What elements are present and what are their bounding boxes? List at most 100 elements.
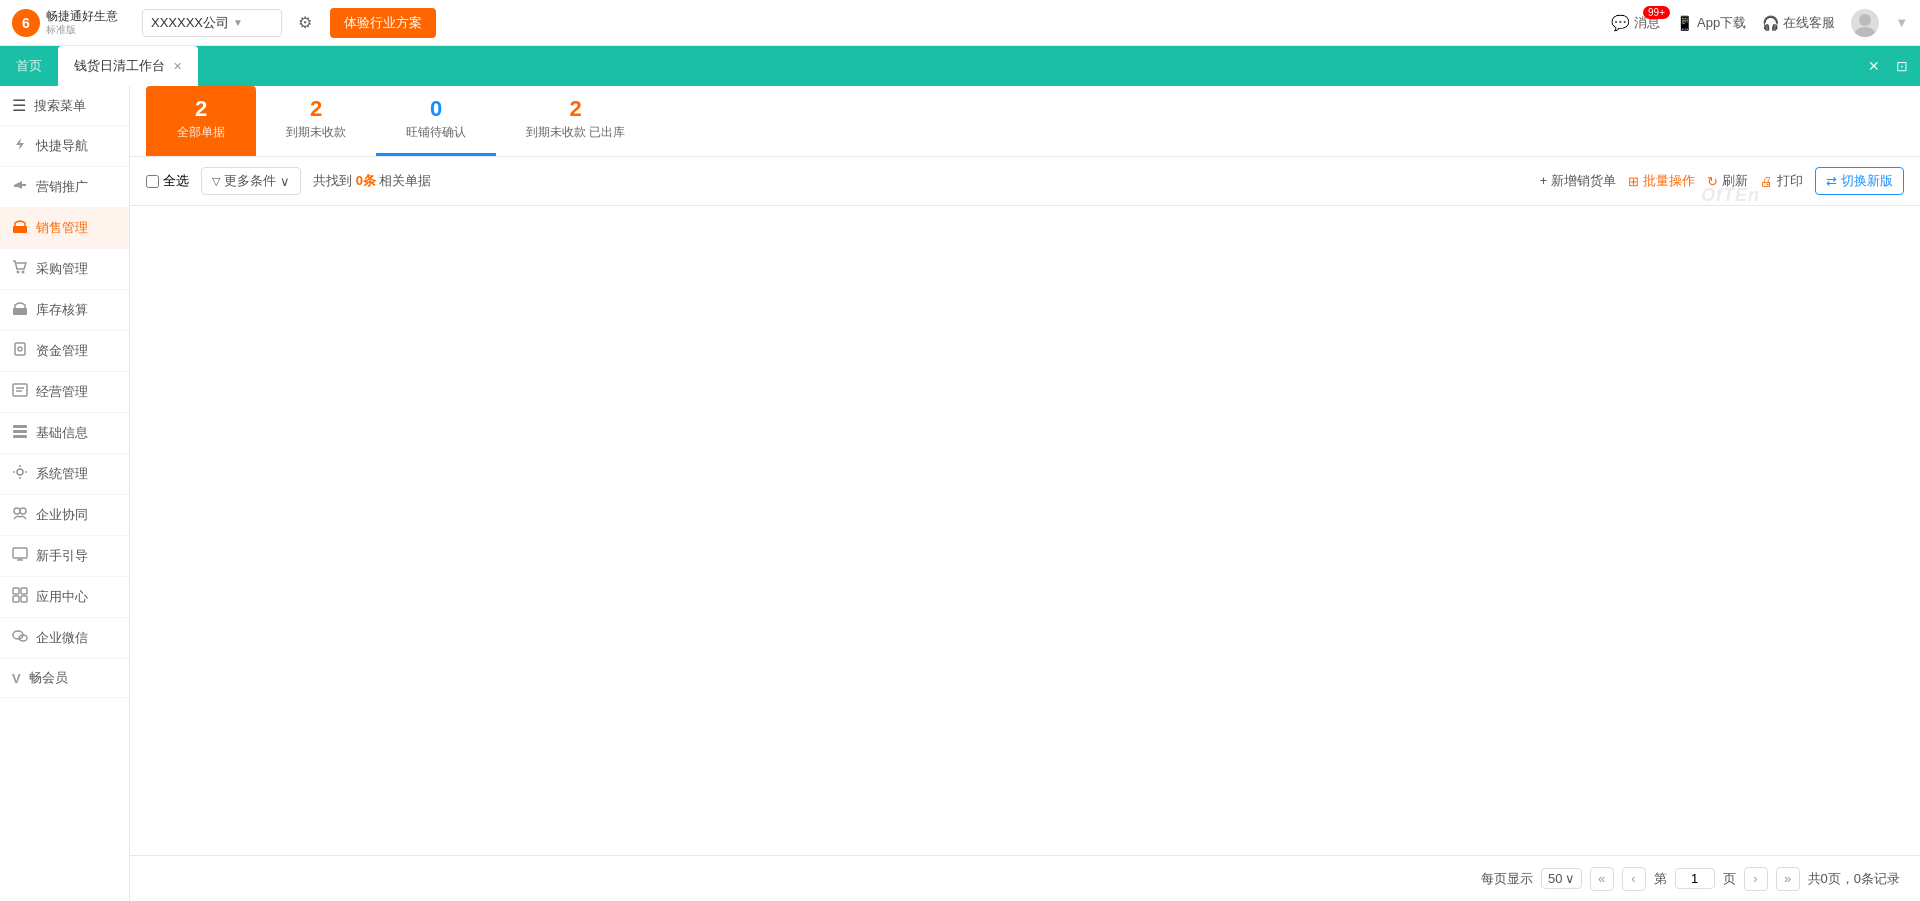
member-icon: V [12, 671, 21, 686]
message-badge: 99+ [1643, 6, 1670, 19]
sidebar-item-wechat[interactable]: 企业微信 [0, 618, 129, 659]
svg-rect-15 [13, 435, 27, 438]
lightning-icon [12, 136, 28, 156]
tab-home[interactable]: 首页 [0, 46, 58, 86]
inventory-icon [12, 300, 28, 320]
main-layout: ☰ 搜索菜单 快捷导航 营销推广 销售管理 采购管理 [0, 86, 1920, 901]
last-page-button[interactable]: » [1776, 867, 1800, 891]
tab-work-bench[interactable]: 钱货日清工作台 ✕ [58, 46, 198, 86]
basic-info-icon [12, 423, 28, 443]
stat-tab-overdue[interactable]: 2 到期未收款 [256, 86, 376, 156]
chevron-down-icon: ▼ [233, 17, 243, 28]
pagination: 每页显示 50 ∨ « ‹ 第 页 › » 共0页，0条记录 [130, 855, 1920, 901]
sidebar-item-app-center[interactable]: 应用中心 [0, 577, 129, 618]
page-input[interactable] [1675, 868, 1715, 889]
stat-tab-wangpu[interactable]: 0 旺铺待确认 [376, 86, 496, 156]
print-button[interactable]: 🖨 打印 [1760, 172, 1803, 190]
svg-marker-2 [16, 138, 24, 150]
svg-point-16 [17, 469, 23, 475]
svg-point-5 [17, 271, 20, 274]
svg-rect-14 [13, 430, 27, 433]
marketing-icon [12, 177, 28, 197]
experience-button[interactable]: 体验行业方案 [330, 8, 436, 38]
nav-tabs: 首页 钱货日清工作台 ✕ ✕ ⊡ [0, 46, 1920, 86]
sidebar: ☰ 搜索菜单 快捷导航 营销推广 销售管理 采购管理 [0, 86, 130, 901]
cooperation-icon [12, 505, 28, 525]
prev-page-button[interactable]: ‹ [1622, 867, 1646, 891]
maximize-icon[interactable]: ⊡ [1892, 54, 1912, 78]
close-window-icon[interactable]: ✕ [1864, 54, 1884, 78]
next-page-button[interactable]: › [1744, 867, 1768, 891]
sidebar-item-sales[interactable]: 销售管理 [0, 208, 129, 249]
system-icon [12, 464, 28, 484]
page-size-select[interactable]: 50 ∨ [1541, 868, 1581, 889]
first-page-button[interactable]: « [1590, 867, 1614, 891]
toolbar-right: + 新增销货单 ⊞ 批量操作 ↻ 刷新 🖨 打印 ⇄ 切换新版 [1540, 167, 1904, 195]
svg-rect-23 [21, 588, 27, 594]
svg-rect-22 [13, 588, 19, 594]
content-area: 2 全部单据 2 到期未收款 0 旺铺待确认 2 到期未收款 已出库 全选 [130, 86, 1920, 901]
sidebar-item-purchase[interactable]: 采购管理 [0, 249, 129, 290]
purchase-icon [12, 259, 28, 279]
svg-rect-19 [13, 548, 27, 558]
stats-tabs: 2 全部单据 2 到期未收款 0 旺铺待确认 2 到期未收款 已出库 [130, 86, 1920, 157]
toolbar: 全选 ▽ 更多条件 ∨ 共找到 0条 相关单据 + 新增销货单 ⊞ 批量操作 [130, 157, 1920, 206]
sidebar-item-basic-info[interactable]: 基础信息 [0, 413, 129, 454]
topbar: 6 畅捷通好生意 标准版 XXXXXX公司 ▼ ⚙ 体验行业方案 💬 消息 99… [0, 0, 1920, 46]
sidebar-item-finance[interactable]: 资金管理 [0, 331, 129, 372]
switch-icon: ⇄ [1826, 174, 1837, 189]
refresh-button[interactable]: ↻ 刷新 [1707, 172, 1748, 190]
svg-point-17 [14, 508, 20, 514]
sidebar-item-operation[interactable]: 经营管理 [0, 372, 129, 413]
sales-icon [12, 218, 28, 238]
svg-point-1 [1855, 27, 1875, 37]
sidebar-item-marketing[interactable]: 营销推广 [0, 167, 129, 208]
svg-rect-10 [13, 384, 27, 396]
finance-icon [12, 341, 28, 361]
user-name[interactable]: ▼ [1895, 15, 1908, 30]
logo-area: 6 畅捷通好生意 标准版 [12, 9, 142, 37]
svg-rect-8 [15, 343, 25, 355]
select-all-checkbox[interactable]: 全选 [146, 172, 189, 190]
guide-icon [12, 546, 28, 566]
more-filter-button[interactable]: ▽ 更多条件 ∨ [201, 167, 301, 195]
sidebar-item-inventory[interactable]: 库存核算 [0, 290, 129, 331]
sidebar-item-member[interactable]: V 畅会员 [0, 659, 129, 698]
sidebar-item-guide[interactable]: 新手引导 [0, 536, 129, 577]
svg-rect-4 [13, 226, 27, 233]
stat-tab-overdue-shipped[interactable]: 2 到期未收款 已出库 [496, 86, 655, 156]
add-sale-btn[interactable]: + 新增销货单 [1540, 172, 1616, 190]
svg-rect-24 [13, 596, 19, 602]
search-icon: ☰ [12, 96, 26, 115]
found-text: 共找到 0条 相关单据 [313, 172, 431, 190]
sidebar-item-quick-nav[interactable]: 快捷导航 [0, 126, 129, 167]
online-service-button[interactable]: 🎧 在线客服 [1762, 14, 1835, 32]
close-tab-icon[interactable]: ✕ [173, 60, 182, 73]
stat-tab-all[interactable]: 2 全部单据 [146, 86, 256, 156]
checkbox-input[interactable] [146, 175, 159, 188]
sidebar-item-cooperation[interactable]: 企业协同 [0, 495, 129, 536]
svg-rect-3 [22, 184, 26, 186]
batch-op-button[interactable]: ⊞ 批量操作 [1628, 172, 1695, 190]
chevron-down-icon: ∨ [1565, 871, 1575, 886]
switch-new-version-button[interactable]: ⇄ 切换新版 [1815, 167, 1904, 195]
svg-rect-7 [13, 308, 27, 315]
svg-point-0 [1859, 14, 1871, 26]
nav-tabs-actions: ✕ ⊡ [1864, 54, 1920, 78]
svg-point-9 [18, 347, 22, 351]
svg-point-6 [22, 271, 25, 274]
wechat-icon [12, 628, 28, 648]
logo-text: 畅捷通好生意 标准版 [46, 9, 118, 35]
sidebar-item-system[interactable]: 系统管理 [0, 454, 129, 495]
message-button[interactable]: 💬 消息 99+ [1611, 14, 1660, 32]
table-area [130, 206, 1920, 855]
app-center-icon [12, 587, 28, 607]
sidebar-item-search-menu[interactable]: ☰ 搜索菜单 [0, 86, 129, 126]
settings-icon-button[interactable]: ⚙ [290, 8, 320, 38]
topbar-right: 💬 消息 99+ 📱 App下载 🎧 在线客服 ▼ [1611, 9, 1908, 37]
svg-rect-25 [21, 596, 27, 602]
company-selector[interactable]: XXXXXX公司 ▼ [142, 9, 282, 37]
avatar[interactable] [1851, 9, 1879, 37]
svg-rect-13 [13, 425, 27, 428]
app-download-button[interactable]: 📱 App下载 [1676, 14, 1746, 32]
